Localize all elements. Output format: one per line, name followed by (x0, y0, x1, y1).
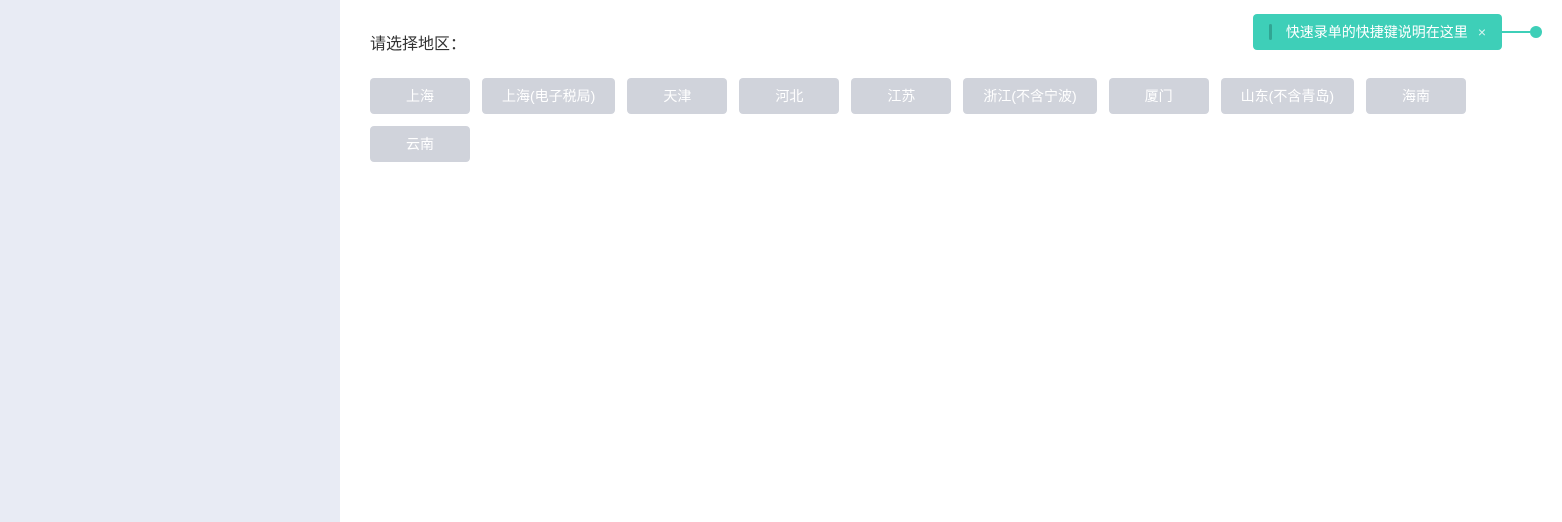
region-btn-shanghai[interactable]: 上海 (370, 78, 470, 114)
region-btn-tianjin[interactable]: 天津 (627, 78, 727, 114)
region-btn-jiangsu[interactable]: 江苏 (851, 78, 951, 114)
main-content: 请选择地区： 上海上海(电子税局)天津河北江苏浙江(不含宁波)厦门山东(不含青岛… (340, 0, 1562, 522)
region-btn-zhejiang[interactable]: 浙江(不含宁波) (963, 78, 1096, 114)
region-btn-xiamen[interactable]: 厦门 (1109, 78, 1209, 114)
region-btn-shandong[interactable]: 山东(不含青岛) (1221, 78, 1354, 114)
tooltip-banner: 快速录单的快捷键说明在这里 × (1253, 14, 1502, 50)
region-btn-hainan[interactable]: 海南 (1366, 78, 1466, 114)
region-btn-hebei[interactable]: 河北 (739, 78, 839, 114)
tooltip-text: 快速录单的快捷键说明在这里 (1286, 22, 1468, 42)
tooltip-dot (1530, 26, 1542, 38)
region-btn-yunnan[interactable]: 云南 (370, 126, 470, 162)
region-buttons: 上海上海(电子税局) 天津河北江苏浙江(不含宁波) 厦门山东(不含青岛) 海南云南 (370, 78, 1532, 162)
region-btn-shanghai-etax[interactable]: 上海(电子税局) (482, 78, 615, 114)
sidebar (0, 0, 340, 522)
tooltip-line (1500, 31, 1530, 33)
tooltip-close-button[interactable]: × (1478, 24, 1486, 40)
